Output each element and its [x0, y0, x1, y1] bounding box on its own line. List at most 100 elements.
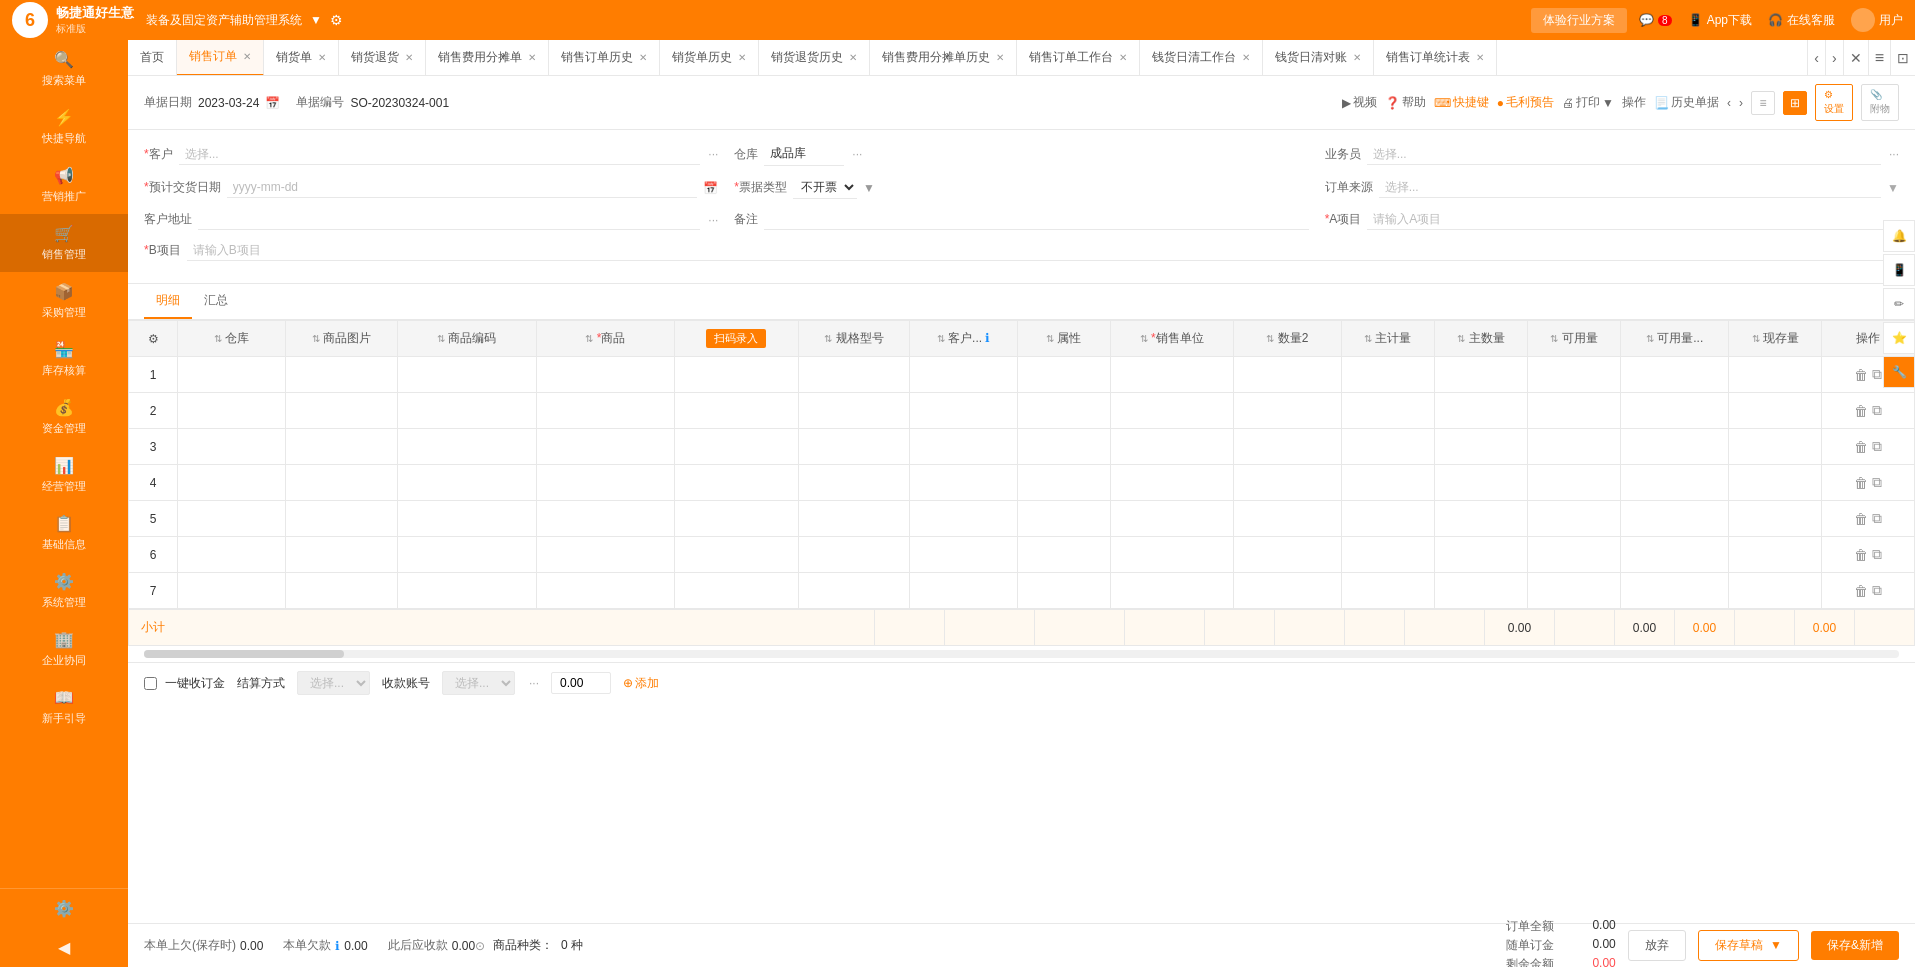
- profit-forecast-btn[interactable]: ● 毛利预告: [1497, 94, 1554, 111]
- row-customer-code-7[interactable]: [910, 573, 1018, 609]
- row-available2-3[interactable]: [1620, 429, 1728, 465]
- row-product-image-3[interactable]: [286, 429, 398, 465]
- row-copy-6[interactable]: ⧉: [1872, 546, 1882, 563]
- sidebar-item-enterprise[interactable]: 🏢 企业协同: [0, 620, 128, 678]
- row-main-unit-4[interactable]: [1341, 465, 1434, 501]
- sidebar-item-inventory[interactable]: 🏪 库存核算: [0, 330, 128, 388]
- row-warehouse-7[interactable]: [178, 573, 286, 609]
- row-attribute-3[interactable]: [1018, 429, 1111, 465]
- tab-sales-order-workspace[interactable]: 销售订单工作台✕: [1017, 40, 1140, 76]
- row-quantity2-7[interactable]: [1233, 573, 1341, 609]
- sidebar-item-search[interactable]: 🔍 搜索菜单: [0, 40, 128, 98]
- row-sales-unit-5[interactable]: [1110, 501, 1233, 537]
- row-delete-4[interactable]: 🗑: [1854, 475, 1868, 491]
- row-available2-5[interactable]: [1620, 501, 1728, 537]
- sidebar-item-collapse[interactable]: ◀: [0, 928, 128, 967]
- address-ellipsis[interactable]: ···: [708, 213, 718, 227]
- row-product-code-3[interactable]: [397, 429, 536, 465]
- remark-input[interactable]: [764, 209, 1308, 230]
- tab-sales-expense-history[interactable]: 销售费用分摊单历史✕: [870, 40, 1017, 76]
- operations-btn[interactable]: 操作: [1622, 94, 1646, 111]
- save-draft-dropdown[interactable]: ▼: [1770, 938, 1782, 952]
- tab-close-sales-return[interactable]: ✕: [318, 52, 326, 63]
- add-payment-btn[interactable]: ⊕ 添加: [623, 675, 659, 692]
- row-available-5[interactable]: [1527, 501, 1620, 537]
- delivery-date-input[interactable]: [227, 177, 698, 198]
- row-main-quantity-7[interactable]: [1434, 573, 1527, 609]
- right-btn-1[interactable]: 🔔: [1883, 220, 1915, 252]
- row-spec-2[interactable]: [798, 393, 910, 429]
- shortcuts-btn[interactable]: ⌨ 快捷键: [1434, 94, 1489, 111]
- row-delete-5[interactable]: 🗑: [1854, 511, 1868, 527]
- list-view-btn[interactable]: ≡: [1751, 91, 1775, 115]
- row-spec-1[interactable]: [798, 357, 910, 393]
- row-copy-5[interactable]: ⧉: [1872, 510, 1882, 527]
- tab-close-sales-order-history[interactable]: ✕: [639, 52, 647, 63]
- row-main-unit-1[interactable]: [1341, 357, 1434, 393]
- customer-ellipsis[interactable]: ···: [708, 147, 718, 161]
- row-sales-unit-2[interactable]: [1110, 393, 1233, 429]
- row-product-image-4[interactable]: [286, 465, 398, 501]
- row-main-quantity-3[interactable]: [1434, 429, 1527, 465]
- tab-close-sales-refund[interactable]: ✕: [405, 52, 413, 63]
- grid-view-btn[interactable]: ⊞: [1783, 91, 1807, 115]
- row-product-image-6[interactable]: [286, 537, 398, 573]
- row-copy-1[interactable]: ⧉: [1872, 366, 1882, 383]
- row-product-6[interactable]: [536, 537, 675, 573]
- row-product-image-7[interactable]: [286, 573, 398, 609]
- row-quantity2-1[interactable]: [1233, 357, 1341, 393]
- warehouse-ellipsis[interactable]: ···: [852, 147, 862, 161]
- row-spec-5[interactable]: [798, 501, 910, 537]
- row-delete-2[interactable]: 🗑: [1854, 403, 1868, 419]
- row-customer-code-6[interactable]: [910, 537, 1018, 573]
- customer-address-input[interactable]: [198, 209, 700, 230]
- print-btn[interactable]: 🖨 打印 ▼: [1562, 94, 1614, 111]
- row-attribute-5[interactable]: [1018, 501, 1111, 537]
- tab-cash-daily-workspace[interactable]: 钱货日清工作台✕: [1140, 40, 1263, 76]
- tab-close-sales-stats[interactable]: ✕: [1476, 52, 1484, 63]
- row-customer-code-4[interactable]: [910, 465, 1018, 501]
- row-attribute-6[interactable]: [1018, 537, 1111, 573]
- page-next-icon[interactable]: ›: [1739, 96, 1743, 110]
- row-available-1[interactable]: [1527, 357, 1620, 393]
- row-attribute-7[interactable]: [1018, 573, 1111, 609]
- row-delete-7[interactable]: 🗑: [1854, 583, 1868, 599]
- row-copy-7[interactable]: ⧉: [1872, 582, 1882, 599]
- one-click-payment-label[interactable]: 一键收订金: [144, 675, 225, 692]
- right-btn-2[interactable]: 📱: [1883, 254, 1915, 286]
- right-btn-3[interactable]: ✏: [1883, 288, 1915, 320]
- row-main-unit-7[interactable]: [1341, 573, 1434, 609]
- save-new-btn[interactable]: 保存&新增: [1811, 931, 1899, 960]
- row-main-unit-3[interactable]: [1341, 429, 1434, 465]
- debt-info-icon[interactable]: ℹ: [335, 939, 340, 953]
- row-quantity2-5[interactable]: [1233, 501, 1341, 537]
- row-available2-1[interactable]: [1620, 357, 1728, 393]
- row-quantity2-6[interactable]: [1233, 537, 1341, 573]
- help-btn[interactable]: ❓ 帮助: [1385, 94, 1426, 111]
- row-product-code-4[interactable]: [397, 465, 536, 501]
- row-warehouse-5[interactable]: [178, 501, 286, 537]
- row-spec-4[interactable]: [798, 465, 910, 501]
- row-product-image-5[interactable]: [286, 501, 398, 537]
- row-quantity2-2[interactable]: [1233, 393, 1341, 429]
- row-product-1[interactable]: [536, 357, 675, 393]
- tab-nav-close-all[interactable]: ✕: [1843, 40, 1868, 76]
- tab-close-sales-refund-history[interactable]: ✕: [849, 52, 857, 63]
- row-spec-7[interactable]: [798, 573, 910, 609]
- row-customer-code-1[interactable]: [910, 357, 1018, 393]
- row-delete-3[interactable]: 🗑: [1854, 439, 1868, 455]
- row-available-2[interactable]: [1527, 393, 1620, 429]
- row-product-image-2[interactable]: [286, 393, 398, 429]
- row-available-7[interactable]: [1527, 573, 1620, 609]
- tab-sales-refund-history[interactable]: 销货退货历史✕: [759, 40, 870, 76]
- tab-cash-reconcile[interactable]: 钱货日清对账✕: [1263, 40, 1374, 76]
- order-source-dropdown[interactable]: ▼: [1887, 181, 1899, 195]
- row-main-unit-6[interactable]: [1341, 537, 1434, 573]
- save-draft-btn[interactable]: 保存草稿 ▼: [1698, 930, 1799, 961]
- sidebar-item-finance[interactable]: 💰 资金管理: [0, 388, 128, 446]
- online-service-btn[interactable]: 🎧 在线客服: [1768, 12, 1835, 29]
- sidebar-item-sales[interactable]: 🛒 销售管理: [0, 214, 128, 272]
- row-available-3[interactable]: [1527, 429, 1620, 465]
- row-sales-unit-7[interactable]: [1110, 573, 1233, 609]
- row-main-quantity-2[interactable]: [1434, 393, 1527, 429]
